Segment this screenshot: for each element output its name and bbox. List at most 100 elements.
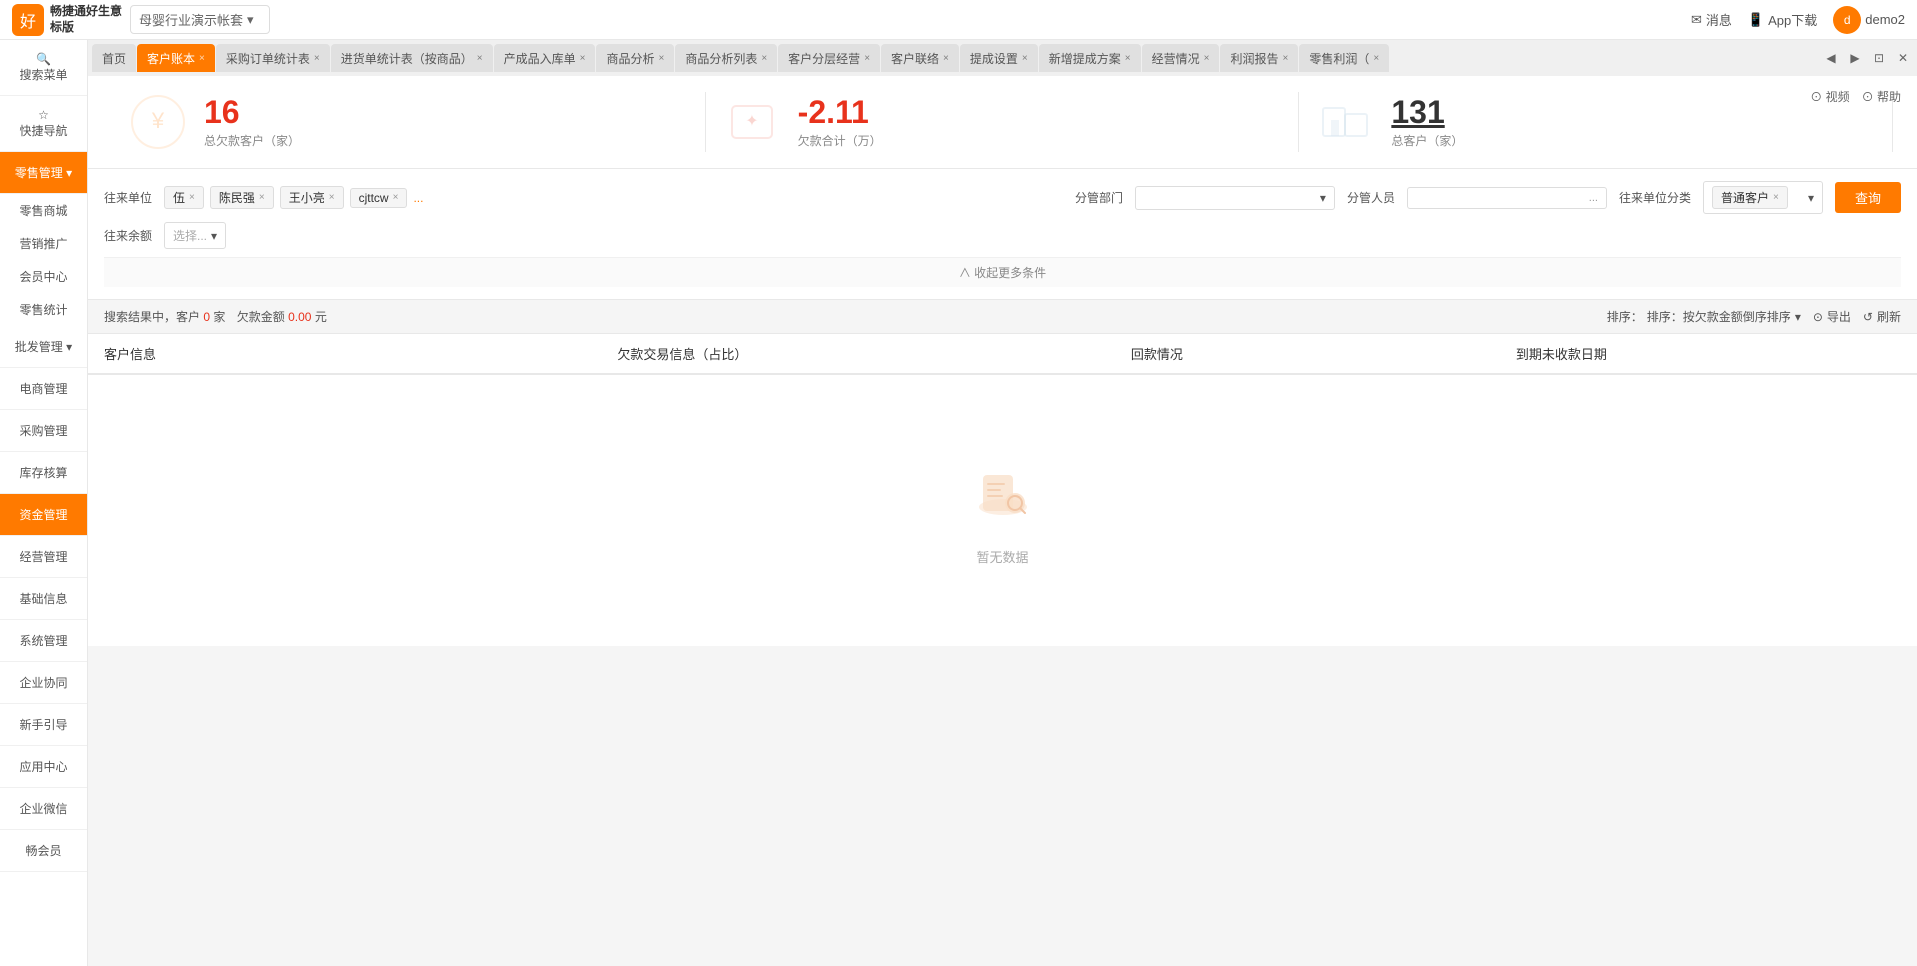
app-download-btn[interactable]: 📱 App下载 (1748, 10, 1817, 29)
data-table: 客户信息 欠款交易信息（占比） 回款情况 到期未收款日期 (88, 334, 1917, 646)
filter-tag-close-cjttcw[interactable]: × (393, 192, 399, 203)
tab-profit-report[interactable]: 利润报告 × (1220, 44, 1298, 72)
sidebar-item-finance[interactable]: 资金管理 (0, 494, 87, 536)
chevron-icon: ▾ (66, 166, 72, 180)
tab-close-6[interactable]: × (761, 53, 767, 64)
sidebar-item-member[interactable]: 会员中心 (0, 260, 87, 293)
tab-goods-analysis[interactable]: 商品分析 × (596, 44, 674, 72)
tab-scroll-left[interactable]: ◀ (1821, 48, 1841, 68)
stats-top-right: ⊙ 视频 ⊙ 帮助 (1810, 88, 1901, 105)
sidebar-search[interactable]: 🔍 搜索菜单 (0, 40, 87, 96)
results-bar: 搜索结果中，客户 0 家 欠款金额 0.00 元 排序： 排序：按欠款金额倒序排… (88, 300, 1917, 334)
tab-close-9[interactable]: × (1022, 53, 1028, 64)
filter-tag-wang: 王小亮 × (280, 186, 344, 209)
tab-expand[interactable]: ⊡ (1869, 48, 1889, 68)
filter-more-btn[interactable]: ... (413, 191, 423, 205)
empty-state: 暂无数据 (88, 375, 1917, 646)
export-btn[interactable]: ⊙ 导出 (1813, 308, 1851, 325)
collapse-row[interactable]: ∧ 收起更多条件 (104, 257, 1901, 287)
chevron-down-icon-dept: ▾ (1320, 191, 1326, 205)
filter-dept-select[interactable]: ▾ (1135, 186, 1335, 210)
filter-unit-class-label: 往来单位分类 (1619, 189, 1691, 206)
filter-person-select[interactable]: ... (1407, 187, 1607, 209)
sidebar-item-basic-info[interactable]: 基础信息 (0, 578, 87, 620)
tab-close-3[interactable]: × (477, 53, 483, 64)
sidebar-quick-nav[interactable]: ☆ 快捷导航 (0, 96, 87, 152)
sidebar-item-retail-mall[interactable]: 零售商城 (0, 194, 87, 227)
tab-goods-stats[interactable]: 进货单统计表（按商品） × (331, 44, 493, 72)
sidebar-item-guide[interactable]: 新手引导 (0, 704, 87, 746)
stat-info-2: -2.11 欠款合计（万） (798, 96, 882, 149)
filter-tag-close-wang[interactable]: × (329, 192, 335, 203)
tab-goods-analysis-list[interactable]: 商品分析列表 × (675, 44, 777, 72)
filter-tags-unit: 伍 × 陈民强 × 王小亮 × cjttcw × (164, 186, 1063, 209)
tab-customer-ledger[interactable]: 客户账本 × (137, 44, 215, 72)
filter-balance-select[interactable]: 选择... ▾ (164, 222, 226, 249)
tab-close-all[interactable]: ✕ (1893, 48, 1913, 68)
video-btn[interactable]: ⊙ 视频 (1810, 88, 1849, 105)
sidebar-item-wholesale[interactable]: 批发管理 ▾ (0, 326, 87, 368)
user-avatar[interactable]: d demo2 (1833, 6, 1905, 34)
message-icon: ✉ (1691, 12, 1702, 28)
sidebar-item-retail-stats[interactable]: 零售统计 (0, 293, 87, 326)
sidebar: 🔍 搜索菜单 ☆ 快捷导航 零售管理 ▾ 零售商城 营销推广 会员中心 零售统计… (0, 40, 88, 966)
tab-commission-settings[interactable]: 提成设置 × (960, 44, 1038, 72)
tab-close-10[interactable]: × (1125, 53, 1131, 64)
tab-add-commission[interactable]: 新增提成方案 × (1039, 44, 1141, 72)
tab-close-customer-ledger[interactable]: × (199, 53, 205, 64)
tab-actions: ◀ ▶ ⊡ ✕ (1821, 48, 1913, 68)
sidebar-item-vip[interactable]: 畅会员 (0, 830, 87, 872)
empty-text: 暂无数据 (976, 547, 1028, 566)
debt-icon: ✦ (722, 92, 782, 152)
tab-close-2[interactable]: × (314, 53, 320, 64)
tab-retail-profit[interactable]: 零售利润（ × (1299, 44, 1389, 72)
tab-close-5[interactable]: × (658, 53, 664, 64)
tab-home[interactable]: 首页 (92, 44, 136, 72)
message-btn[interactable]: ✉ 消息 (1691, 10, 1732, 29)
tab-operations[interactable]: 经营情况 × (1142, 44, 1220, 72)
refresh-btn[interactable]: ↺ 刷新 (1863, 308, 1901, 325)
filter-tag-close-normal[interactable]: × (1773, 192, 1779, 203)
tab-scroll-right[interactable]: ▶ (1845, 48, 1865, 68)
sidebar-item-wechat[interactable]: 企业微信 (0, 788, 87, 830)
export-icon: ⊙ (1813, 310, 1823, 324)
tab-close-13[interactable]: × (1373, 53, 1379, 64)
sidebar-item-operations[interactable]: 经营管理 (0, 536, 87, 578)
filter-person-clear[interactable]: ... (1589, 192, 1598, 204)
stat-info-1: 16 总欠款客户（家） (204, 96, 300, 149)
sidebar-item-enterprise[interactable]: 企业协同 (0, 662, 87, 704)
sidebar-item-retail[interactable]: 零售管理 ▾ (0, 152, 87, 194)
store-selector[interactable]: 母婴行业演示帐套 ▾ (130, 5, 270, 34)
sidebar-item-inventory[interactable]: 库存核算 (0, 452, 87, 494)
tab-finished-goods[interactable]: 产成品入库单 × (494, 44, 596, 72)
results-info: 搜索结果中，客户 0 家 欠款金额 0.00 元 (104, 308, 327, 325)
tab-purchase-order-stats[interactable]: 采购订单统计表 × (216, 44, 330, 72)
filter-tag-close-chen[interactable]: × (259, 192, 265, 203)
tab-customer-contact[interactable]: 客户联络 × (881, 44, 959, 72)
sidebar-item-appcenter[interactable]: 应用中心 (0, 746, 87, 788)
page-content: ¥ 16 总欠款客户（家） ✦ (88, 76, 1917, 966)
tab-close-7[interactable]: × (864, 53, 870, 64)
tab-close-11[interactable]: × (1204, 53, 1210, 64)
chevron-icon-wholesale: ▾ (66, 340, 72, 354)
tab-close-4[interactable]: × (580, 53, 586, 64)
sidebar-item-marketing[interactable]: 营销推广 (0, 227, 87, 260)
top-bar-left: 好 畅捷通好生意 标版 母婴行业演示帐套 ▾ (12, 4, 270, 36)
table-header-payment: 回款情况 (1131, 344, 1516, 363)
table-header: 客户信息 欠款交易信息（占比） 回款情况 到期未收款日期 (88, 334, 1917, 375)
filter-row-2: 往来余额 选择... ▾ (104, 222, 1901, 249)
filter-tag-close-wu[interactable]: × (189, 192, 195, 203)
sidebar-item-system[interactable]: 系统管理 (0, 620, 87, 662)
logo-area: 好 畅捷通好生意 标版 (12, 4, 122, 36)
stat-label-total: 总客户（家） (1391, 132, 1463, 149)
sidebar-item-ecommerce[interactable]: 电商管理 (0, 368, 87, 410)
tab-customer-stratify[interactable]: 客户分层经营 × (778, 44, 880, 72)
sort-select[interactable]: 排序： 排序：按欠款金额倒序排序 ▾ (1607, 308, 1801, 325)
query-button[interactable]: 查询 (1835, 182, 1901, 213)
tab-close-8[interactable]: × (943, 53, 949, 64)
svg-text:✦: ✦ (745, 113, 758, 130)
help-btn[interactable]: ⊙ 帮助 (1862, 88, 1901, 105)
sidebar-item-purchase[interactable]: 采购管理 (0, 410, 87, 452)
tab-close-12[interactable]: × (1282, 53, 1288, 64)
filter-unit-class-select[interactable]: 普通客户 × ▾ (1703, 181, 1823, 214)
